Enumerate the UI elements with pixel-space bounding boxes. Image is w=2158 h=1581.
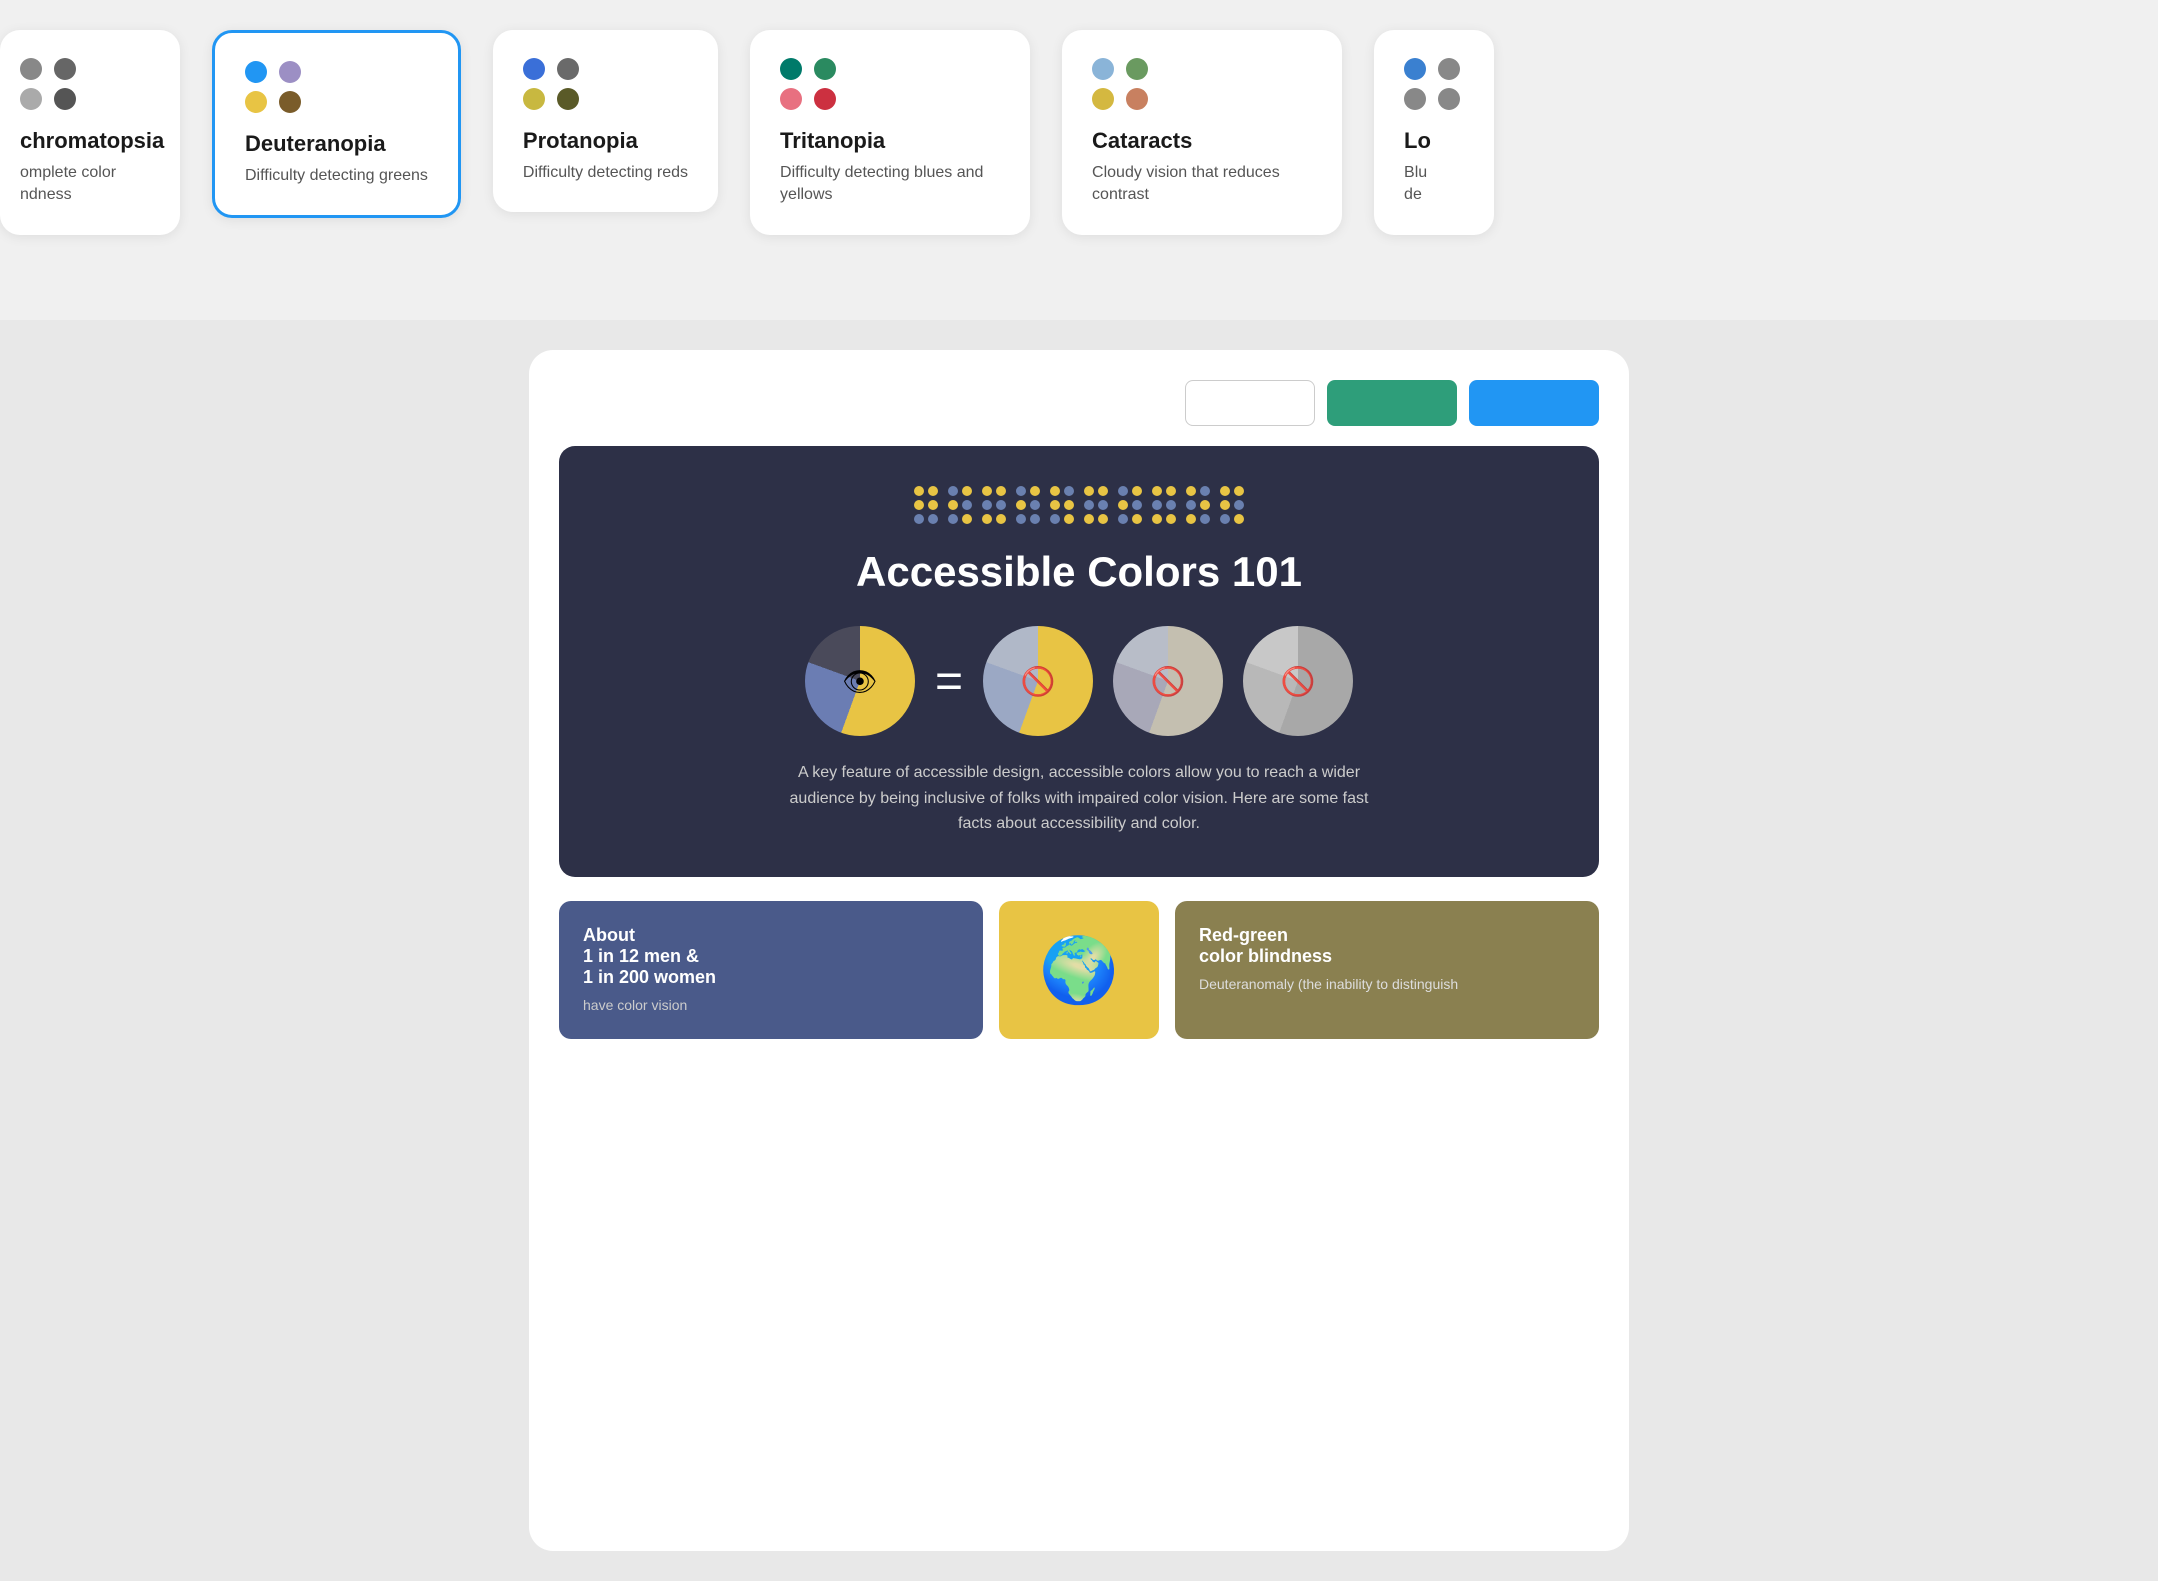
dot xyxy=(557,58,579,80)
dot xyxy=(814,88,836,110)
dot xyxy=(1092,58,1114,80)
card-title: Lo xyxy=(1404,128,1464,154)
no-eye-icon-2: 🚫 xyxy=(1151,665,1186,698)
stat-text-1: have color vision xyxy=(583,996,959,1016)
dot xyxy=(54,58,76,80)
card-title: Deuteranopia xyxy=(245,131,428,157)
circle-impaired-1: 🚫 xyxy=(983,626,1093,736)
dot xyxy=(1126,58,1148,80)
vision-card-cataracts[interactable]: Cataracts Cloudy vision that reduces con… xyxy=(1062,30,1342,235)
dot xyxy=(1092,88,1114,110)
infographic-description: A key feature of accessible design, acce… xyxy=(779,760,1379,837)
stat-text-3: Deuteranomaly (the inability to distingu… xyxy=(1199,975,1575,995)
card-dots-cataracts xyxy=(1092,58,1152,110)
card-desc: Blude xyxy=(1404,162,1464,207)
card-desc: Difficulty detecting greens xyxy=(245,165,428,187)
card-title: Protanopia xyxy=(523,128,688,154)
equals-sign: = xyxy=(935,654,963,709)
vision-card-deuteranopia[interactable]: Deuteranopia Difficulty detecting greens xyxy=(212,30,461,218)
dot xyxy=(1438,58,1460,80)
dot xyxy=(1404,58,1426,80)
stat-box-1: About1 in 12 men &1 in 200 women have co… xyxy=(559,901,983,1040)
stat-box-3: Red-greencolor blindness Deuteranomaly (… xyxy=(1175,901,1599,1040)
no-eye-icon-3: 🚫 xyxy=(1281,665,1316,698)
vision-card-achromatopsia[interactable]: chromatopsia omplete colorndness xyxy=(0,30,180,235)
circles-row: 👁 = 🚫 🚫 🚫 xyxy=(599,626,1559,736)
main-panel: Accessible Colors 101 👁 = 🚫 🚫 🚫 xyxy=(529,350,1629,1551)
infographic-title: Accessible Colors 101 xyxy=(599,548,1559,596)
eye-icon: 👁 xyxy=(842,665,878,698)
circle-impaired-2: 🚫 xyxy=(1113,626,1223,736)
dot xyxy=(523,58,545,80)
card-desc: Cloudy vision that reduces contrast xyxy=(1092,162,1312,207)
card-dots-deuteranopia xyxy=(245,61,305,113)
card-title: Cataracts xyxy=(1092,128,1312,154)
vision-card-tritanopia[interactable]: Tritanopia Difficulty detecting blues an… xyxy=(750,30,1030,235)
circle-normal-vision: 👁 xyxy=(805,626,915,736)
no-eye-icon-1: 🚫 xyxy=(1021,665,1056,698)
dot xyxy=(54,88,76,110)
dot xyxy=(279,61,301,83)
card-title: Tritanopia xyxy=(780,128,1000,154)
card-dots-lo xyxy=(1404,58,1464,110)
dot xyxy=(1438,88,1460,110)
stat-title-3: Red-greencolor blindness xyxy=(1199,925,1575,967)
card-desc: Difficulty detecting blues and yellows xyxy=(780,162,1000,207)
dot xyxy=(245,61,267,83)
infographic-panel: Accessible Colors 101 👁 = 🚫 🚫 🚫 xyxy=(559,446,1599,877)
stats-row: About1 in 12 men &1 in 200 women have co… xyxy=(559,901,1599,1040)
dot xyxy=(245,91,267,113)
dot xyxy=(814,58,836,80)
card-dots-tritanopia xyxy=(780,58,840,110)
dot xyxy=(780,58,802,80)
card-dots-achromatopsia xyxy=(20,58,80,110)
stat-box-2: 🌍 xyxy=(999,901,1159,1040)
vision-card-lo[interactable]: Lo Blude xyxy=(1374,30,1494,235)
dot-pattern-header xyxy=(599,486,1559,524)
vision-card-protanopia[interactable]: Protanopia Difficulty detecting reds xyxy=(493,30,718,212)
card-dots-protanopia xyxy=(523,58,583,110)
card-desc: Difficulty detecting reds xyxy=(523,162,688,184)
globe-icon: 🌍 xyxy=(1039,925,1119,1016)
vision-cards-row: chromatopsia omplete colorndness Deutera… xyxy=(0,0,2158,320)
dot xyxy=(780,88,802,110)
toolbar-text-box[interactable] xyxy=(1185,380,1315,426)
dot xyxy=(1404,88,1426,110)
dot xyxy=(279,91,301,113)
bottom-section: Accessible Colors 101 👁 = 🚫 🚫 🚫 xyxy=(0,320,2158,1581)
dot xyxy=(1126,88,1148,110)
dot xyxy=(20,88,42,110)
dot xyxy=(523,88,545,110)
card-title: chromatopsia xyxy=(20,128,150,154)
toolbar xyxy=(559,380,1599,426)
stat-title-1: About1 in 12 men &1 in 200 women xyxy=(583,925,959,988)
dot xyxy=(557,88,579,110)
dot xyxy=(20,58,42,80)
card-desc: omplete colorndness xyxy=(20,162,150,207)
toolbar-green-button[interactable] xyxy=(1327,380,1457,426)
circle-impaired-3: 🚫 xyxy=(1243,626,1353,736)
toolbar-blue-button[interactable] xyxy=(1469,380,1599,426)
